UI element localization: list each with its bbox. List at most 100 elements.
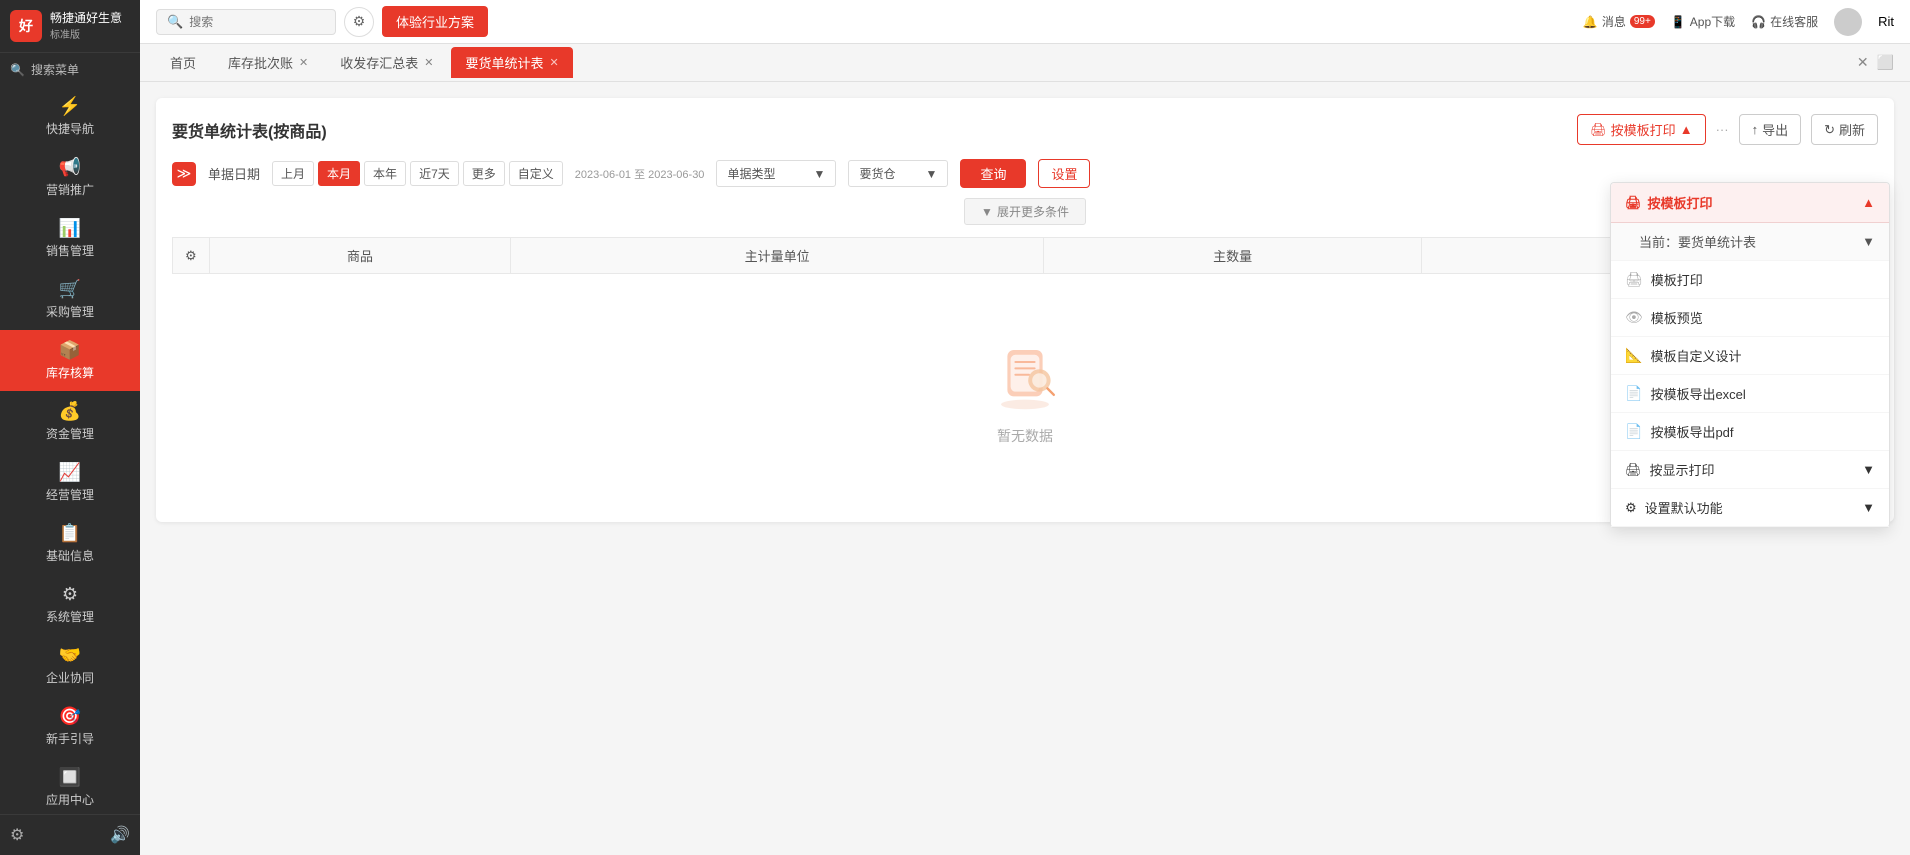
tab-order-summary-label: 要货单统计表 [465,53,543,72]
print-arrow-icon: ▲ [1680,122,1693,137]
order-type-select[interactable]: 单据类型 ▼ [716,160,836,187]
sidebar-item-label: 经营管理 [46,486,94,503]
sidebar-item-marketing[interactable]: 📢 营销推广 [0,147,140,208]
topbar-gear-button[interactable]: ⚙ [344,7,374,37]
template-print-label: 模板打印 [1651,270,1703,289]
sidebar-item-purchase[interactable]: 🛒 采购管理 [0,269,140,330]
display-print-arrow-icon: ▼ [1862,462,1875,477]
template-pdf-label: 按模板导出pdf [1650,422,1733,441]
sidebar-item-label: 营销推广 [46,181,94,198]
query-button[interactable]: 查询 [960,159,1026,188]
download-icon: 📱 [1671,15,1686,29]
settings-footer-icon[interactable]: ⚙ [10,825,24,845]
current-template-label: 当前：要货单统计表 [1639,232,1756,251]
template-excel-icon: 📄 [1625,385,1642,402]
topbar-search-box[interactable]: 🔍 [156,9,336,35]
sidebar-item-label: 基础信息 [46,547,94,564]
date-current-btn[interactable]: 本月 [318,161,360,186]
online-service-item[interactable]: 🎧 在线客服 [1751,13,1818,30]
sidebar-item-collab[interactable]: 🤝 企业协同 [0,635,140,696]
expand-more-button[interactable]: ▼ 展开更多条件 [964,198,1086,225]
sidebar-search[interactable]: 🔍 搜索菜单 [0,53,140,86]
sidebar-item-finance[interactable]: 💰 资金管理 [0,391,140,452]
order-goods-label: 要货仓 [859,165,895,182]
tab-receipt-summary-label: 收发存汇总表 [340,53,418,72]
topbar-search-icon: 🔍 [167,14,183,30]
dropdown-item-template-excel[interactable]: 📄 按模板导出excel [1611,375,1889,413]
export-button[interactable]: ↑ 导出 [1739,114,1802,145]
dropdown-item-template-pdf[interactable]: 📄 按模板导出pdf [1611,413,1889,451]
notifications-item[interactable]: 🔔 消息 99+ [1583,13,1655,30]
dropdown-item-template-preview[interactable]: 👁 模板预览 [1611,299,1889,337]
date-more-btn[interactable]: 更多 [463,161,505,186]
date-prev-btn[interactable]: 上月 [272,161,314,186]
filter-expand-button[interactable]: ≫ [172,162,196,186]
topbar-search-input[interactable] [189,15,309,29]
app-logo: 好 畅捷通好生意 标准版 [0,0,140,53]
system-icon: ⚙ [62,584,78,605]
dropdown-collapse-icon[interactable]: ▲ [1862,195,1875,210]
sidebar-item-operations[interactable]: 📈 经营管理 [0,452,140,513]
tab-batch-account-close[interactable]: ✕ [299,56,308,69]
app-center-icon: 🔲 [59,767,81,788]
dropdown-item-display-print[interactable]: 🖨 按显示打印 ▼ [1611,451,1889,489]
template-design-label: 模板自定义设计 [1650,346,1741,365]
tab-receipt-summary-close[interactable]: ✕ [424,56,433,69]
tab-order-summary-close[interactable]: ✕ [550,56,559,69]
headset-icon: 🎧 [1751,15,1766,29]
more-options-icon[interactable]: ··· [1716,122,1729,137]
operations-icon: 📈 [59,462,81,483]
collab-icon: 🤝 [59,645,81,666]
window-close-button[interactable]: ✕ [1857,54,1869,71]
sidebar-item-sales[interactable]: 📊 销售管理 [0,208,140,269]
print-button[interactable]: 🖨 按模板打印 ▲ [1577,114,1705,145]
dropdown-item-template-design[interactable]: 📐 模板自定义设计 [1611,337,1889,375]
date-custom-btn[interactable]: 自定义 [509,161,563,186]
sidebar-item-system[interactable]: ⚙ 系统管理 [0,574,140,635]
expand-icon: ▼ [981,205,993,219]
date-buttons: 上月 本月 本年 近7天 更多 自定义 [272,161,563,186]
window-maximize-button[interactable]: ⬜ [1877,54,1894,71]
refresh-label: 刷新 [1839,120,1865,139]
dropdown-item-set-default[interactable]: ⚙ 设置默认功能 ▼ [1611,489,1889,527]
tab-order-summary[interactable]: 要货单统计表 ✕ [451,47,572,78]
action-buttons: 🖨 按模板打印 ▲ ··· ↑ 导出 ↻ 刷新 [1577,114,1878,145]
refresh-button[interactable]: ↻ 刷新 [1811,114,1878,145]
topbar-right: 🔔 消息 99+ 📱 App下载 🎧 在线客服 Rit [1583,8,1894,36]
dropdown-item-template-print[interactable]: 🖨 模板打印 [1611,261,1889,299]
sound-footer-icon[interactable]: 🔊 [110,825,130,845]
empty-text: 暂无数据 [997,426,1053,446]
sidebar-nav: ⚡ 快捷导航 📢 营销推广 📊 销售管理 🛒 采购管理 📦 库存核算 💰 资金管… [0,86,140,814]
user-avatar[interactable] [1834,8,1862,36]
sidebar-item-label: 销售管理 [46,242,94,259]
print-dropdown: 🖨 按模板打印 ▲ 当前：要货单统计表 ▼ 🖨 模板打印 👁 模板预览 📐 模板… [1610,182,1890,528]
sidebar-item-basic[interactable]: 📋 基础信息 [0,513,140,574]
page-content: 要货单统计表(按商品) 🖨 按模板打印 ▲ ··· ↑ 导出 ↻ 刷新 [140,82,1910,855]
date-year-btn[interactable]: 本年 [364,161,406,186]
sidebar-item-label: 库存核算 [46,364,94,381]
set-default-icon: ⚙ [1625,500,1637,516]
window-controls: ✕ ⬜ [1857,54,1894,71]
sidebar-item-app-center[interactable]: 🔲 应用中心 [0,757,140,814]
sidebar-item-newbie[interactable]: 🎯 新手引导 [0,696,140,757]
sidebar-item-label: 快捷导航 [46,120,94,137]
sidebar-item-quick-nav[interactable]: ⚡ 快捷导航 [0,86,140,147]
table-settings-col[interactable]: ⚙ [173,238,210,274]
tab-receipt-summary[interactable]: 收发存汇总表 ✕ [326,47,447,78]
table-header-goods: 商品 [209,238,511,274]
sidebar-item-inventory[interactable]: 📦 库存核算 [0,330,140,391]
dropdown-header: 🖨 按模板打印 ▲ [1611,183,1889,223]
tab-home[interactable]: 首页 [156,47,210,78]
sidebar-item-label: 新手引导 [46,730,94,747]
tab-batch-account[interactable]: 库存批次账 ✕ [214,47,322,78]
dropdown-print-icon: 🖨 [1625,195,1642,211]
settings-button[interactable]: 设置 [1038,159,1090,188]
template-print-icon: 🖨 [1625,271,1643,288]
industry-btn[interactable]: 体验行业方案 [382,6,488,37]
sidebar-footer: ⚙ 🔊 [0,814,140,855]
dropdown-current-template[interactable]: 当前：要货单统计表 ▼ [1611,223,1889,261]
search-icon: 🔍 [10,63,25,77]
app-download-item[interactable]: 📱 App下载 [1671,13,1735,30]
order-goods-select[interactable]: 要货仓 ▼ [848,160,948,187]
date-7days-btn[interactable]: 近7天 [410,161,459,186]
